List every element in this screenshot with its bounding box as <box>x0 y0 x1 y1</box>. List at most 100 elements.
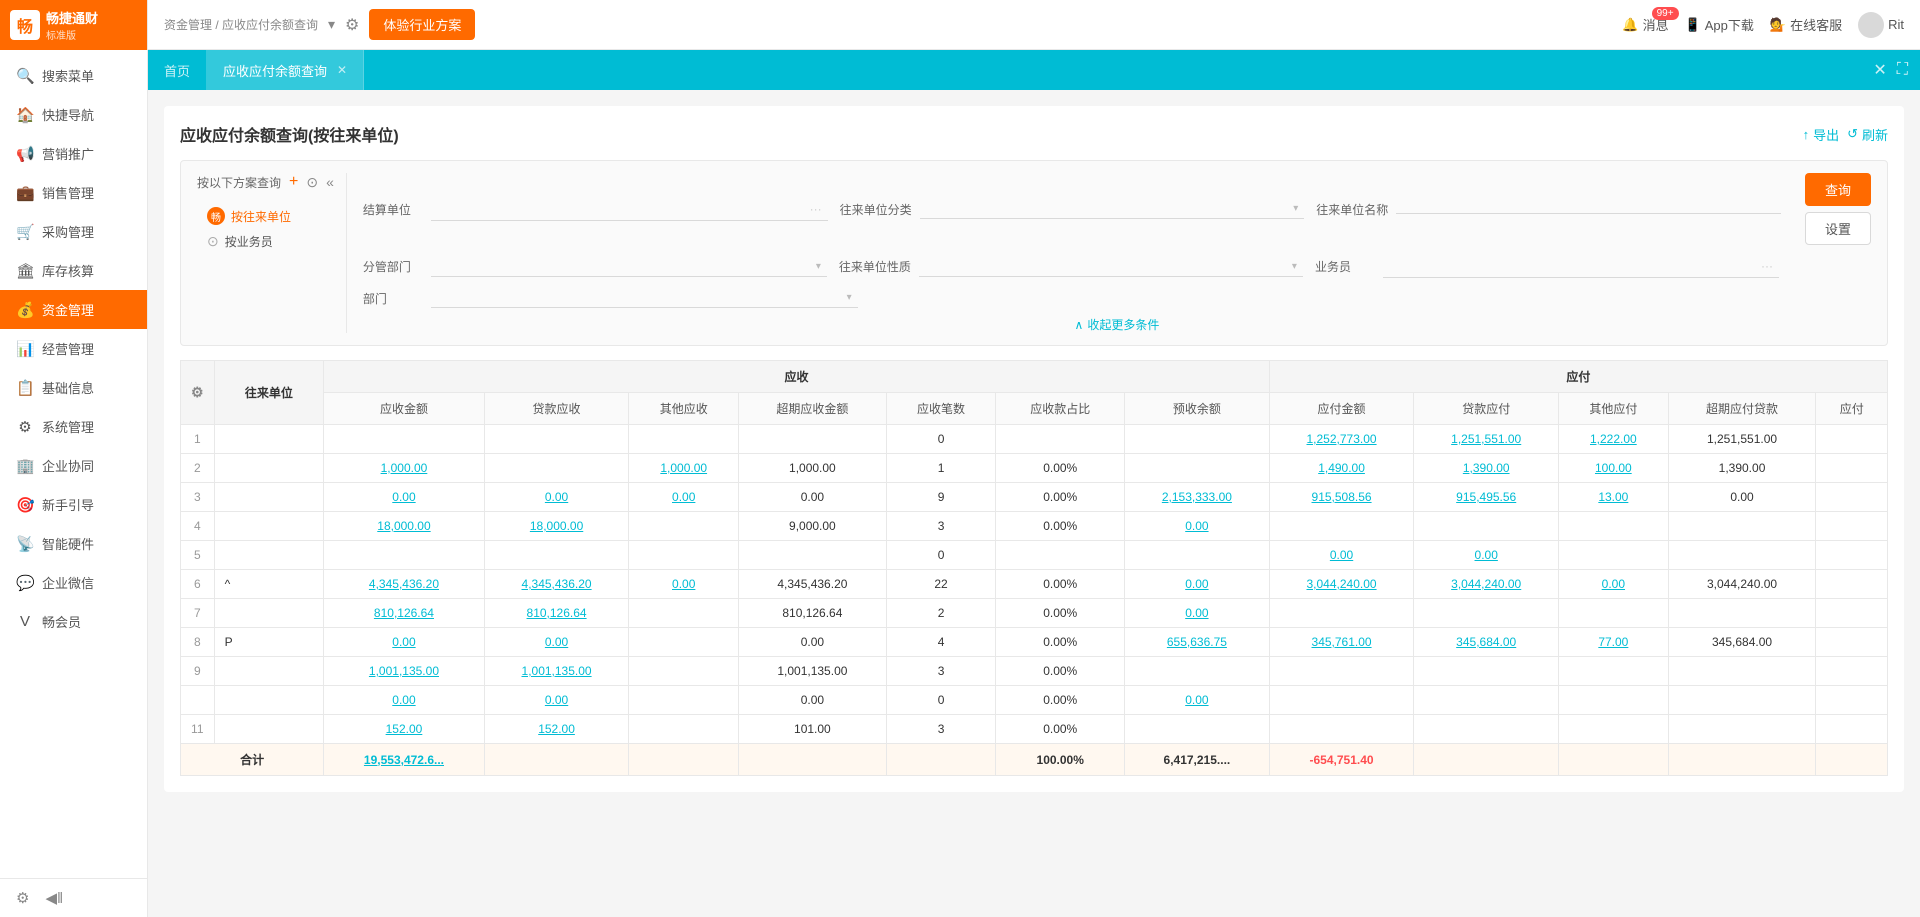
cell-ap-amount[interactable] <box>1269 599 1414 628</box>
cell-ar-loan[interactable]: 1,001,135.00 <box>484 657 629 686</box>
cell-ar-prepay[interactable] <box>1125 454 1270 483</box>
cell-ar-prepay[interactable]: 0.00 <box>1125 512 1270 541</box>
cell-ap-other[interactable]: 13.00 <box>1559 483 1669 512</box>
cell-ar-other[interactable] <box>629 715 739 744</box>
unit-nature-select[interactable]: ▾ <box>919 257 1303 277</box>
cell-ar-other[interactable] <box>629 541 739 570</box>
cell-ap-amount[interactable] <box>1269 657 1414 686</box>
cell-ar-prepay[interactable] <box>1125 715 1270 744</box>
cell-ar-amount[interactable] <box>324 541 485 570</box>
cell-ar-other[interactable] <box>629 628 739 657</box>
cell-ap-other[interactable] <box>1559 541 1669 570</box>
dept-select[interactable]: ▾ <box>431 288 858 308</box>
cell-ar-amount[interactable]: 1,001,135.00 <box>324 657 485 686</box>
cell-ap-other[interactable] <box>1559 512 1669 541</box>
notification-button[interactable]: 🔔 消息 99+ <box>1622 15 1668 34</box>
cell-ap-amount[interactable]: 345,761.00 <box>1269 628 1414 657</box>
cell-ar-prepay[interactable] <box>1125 541 1270 570</box>
cell-ap-loan[interactable]: 1,390.00 <box>1414 454 1559 483</box>
sidebar-item-sales[interactable]: 💼 销售管理 <box>0 173 147 212</box>
collapse-more-button[interactable]: ∧ 收起更多条件 <box>1075 316 1160 333</box>
cell-ap-loan[interactable] <box>1414 512 1559 541</box>
cell-ar-other[interactable] <box>629 599 739 628</box>
cell-ap-loan[interactable] <box>1414 715 1559 744</box>
cell-ap-amount[interactable] <box>1269 686 1414 715</box>
dept-manager-select[interactable]: ▾ <box>431 257 827 277</box>
tab-close-icon[interactable]: ✕ <box>337 63 347 77</box>
tab-home[interactable]: 首页 <box>148 50 207 90</box>
cell-ap-loan[interactable] <box>1414 686 1559 715</box>
online-service-button[interactable]: 💁 在线客服 <box>1770 15 1842 34</box>
cell-ap-loan[interactable] <box>1414 657 1559 686</box>
cell-ap-other[interactable]: 0.00 <box>1559 570 1669 599</box>
cell-ar-amount[interactable]: 152.00 <box>324 715 485 744</box>
setting-button[interactable]: 设置 <box>1805 212 1871 245</box>
header-gear-icon[interactable]: ⚙ <box>345 15 359 35</box>
settlement-unit-input[interactable]: ··· <box>431 198 828 221</box>
cell-ap-amount[interactable]: 3,044,240.00 <box>1269 570 1414 599</box>
cell-ar-prepay[interactable]: 0.00 <box>1125 599 1270 628</box>
tab-close-all-icon[interactable]: ✕ <box>1873 60 1886 80</box>
cell-ar-other[interactable] <box>629 425 739 454</box>
sidebar-item-quick[interactable]: 🏠 快捷导航 <box>0 95 147 134</box>
unit-name-input[interactable] <box>1396 205 1781 214</box>
sidebar-item-member[interactable]: V 畅会员 <box>0 602 147 641</box>
cell-ap-other[interactable]: 100.00 <box>1559 454 1669 483</box>
table-gear-icon[interactable]: ⚙ <box>191 384 204 400</box>
sidebar-item-purchase[interactable]: 🛒 采购管理 <box>0 212 147 251</box>
cell-ar-prepay[interactable] <box>1125 425 1270 454</box>
cell-ap-loan[interactable] <box>1414 599 1559 628</box>
cell-ar-loan[interactable] <box>484 454 629 483</box>
cell-ar-loan[interactable]: 810,126.64 <box>484 599 629 628</box>
sidebar-item-basic[interactable]: 📋 基础信息 <box>0 368 147 407</box>
cell-ap-amount[interactable]: 1,490.00 <box>1269 454 1414 483</box>
cell-ar-amount[interactable]: 4,345,436.20 <box>324 570 485 599</box>
cell-ar-amount[interactable]: 810,126.64 <box>324 599 485 628</box>
cell-ar-prepay[interactable]: 0.00 <box>1125 686 1270 715</box>
header-dropdown-icon[interactable]: ▾ <box>328 16 335 33</box>
cell-ar-prepay[interactable]: 0.00 <box>1125 570 1270 599</box>
cell-ar-loan[interactable] <box>484 425 629 454</box>
salesman-input[interactable]: ··· <box>1383 255 1779 278</box>
sidebar-item-search[interactable]: 🔍 搜索菜单 <box>0 56 147 95</box>
cell-ap-amount[interactable] <box>1269 512 1414 541</box>
app-download-button[interactable]: 📱 App下载 <box>1685 15 1754 34</box>
cell-ap-other[interactable] <box>1559 715 1669 744</box>
cell-ar-other[interactable] <box>629 686 739 715</box>
cell-ar-loan[interactable] <box>484 541 629 570</box>
tab-fullscreen-icon[interactable]: ⛶ <box>1897 61 1908 79</box>
cell-ar-prepay[interactable]: 2,153,333.00 <box>1125 483 1270 512</box>
cell-ar-other[interactable]: 1,000.00 <box>629 454 739 483</box>
filter-add-button[interactable]: + <box>289 173 298 191</box>
sidebar-item-inventory[interactable]: 🏛 库存核算 <box>0 251 147 290</box>
cell-ar-other[interactable] <box>629 512 739 541</box>
cell-ar-loan[interactable]: 0.00 <box>484 483 629 512</box>
cell-ap-other[interactable]: 77.00 <box>1559 628 1669 657</box>
cell-ap-loan[interactable]: 0.00 <box>1414 541 1559 570</box>
solution-button[interactable]: 体验行业方案 <box>369 9 475 40</box>
sidebar-item-guide[interactable]: 🎯 新手引导 <box>0 485 147 524</box>
cell-ap-amount[interactable] <box>1269 715 1414 744</box>
cell-ap-loan[interactable]: 915,495.56 <box>1414 483 1559 512</box>
cell-ap-amount[interactable]: 1,252,773.00 <box>1269 425 1414 454</box>
cell-ar-amount[interactable]: 18,000.00 <box>324 512 485 541</box>
cell-ar-loan[interactable]: 0.00 <box>484 628 629 657</box>
cell-ar-other[interactable] <box>629 657 739 686</box>
footer-collapse-icon[interactable]: ◀‖ <box>45 889 63 907</box>
cell-ap-loan[interactable]: 345,684.00 <box>1414 628 1559 657</box>
cell-ar-loan[interactable]: 4,345,436.20 <box>484 570 629 599</box>
cell-ap-other[interactable]: 1,222.00 <box>1559 425 1669 454</box>
sidebar-item-system[interactable]: ⚙ 系统管理 <box>0 407 147 446</box>
cell-ar-prepay[interactable] <box>1125 657 1270 686</box>
filter-scheme-by-staff[interactable]: ⊙ 按业务员 <box>197 229 334 254</box>
cell-ar-amount[interactable]: 0.00 <box>324 686 485 715</box>
cell-ar-amount[interactable]: 0.00 <box>324 483 485 512</box>
sidebar-item-hardware[interactable]: 📡 智能硬件 <box>0 524 147 563</box>
sidebar-item-weixin[interactable]: 💬 企业微信 <box>0 563 147 602</box>
cell-ar-prepay[interactable]: 655,636.75 <box>1125 628 1270 657</box>
cell-ap-amount[interactable]: 915,508.56 <box>1269 483 1414 512</box>
footer-ar-total[interactable]: 19,553,472.6... <box>324 744 485 776</box>
cell-ar-loan[interactable]: 152.00 <box>484 715 629 744</box>
cell-ar-amount[interactable]: 1,000.00 <box>324 454 485 483</box>
cell-ap-loan[interactable]: 3,044,240.00 <box>1414 570 1559 599</box>
